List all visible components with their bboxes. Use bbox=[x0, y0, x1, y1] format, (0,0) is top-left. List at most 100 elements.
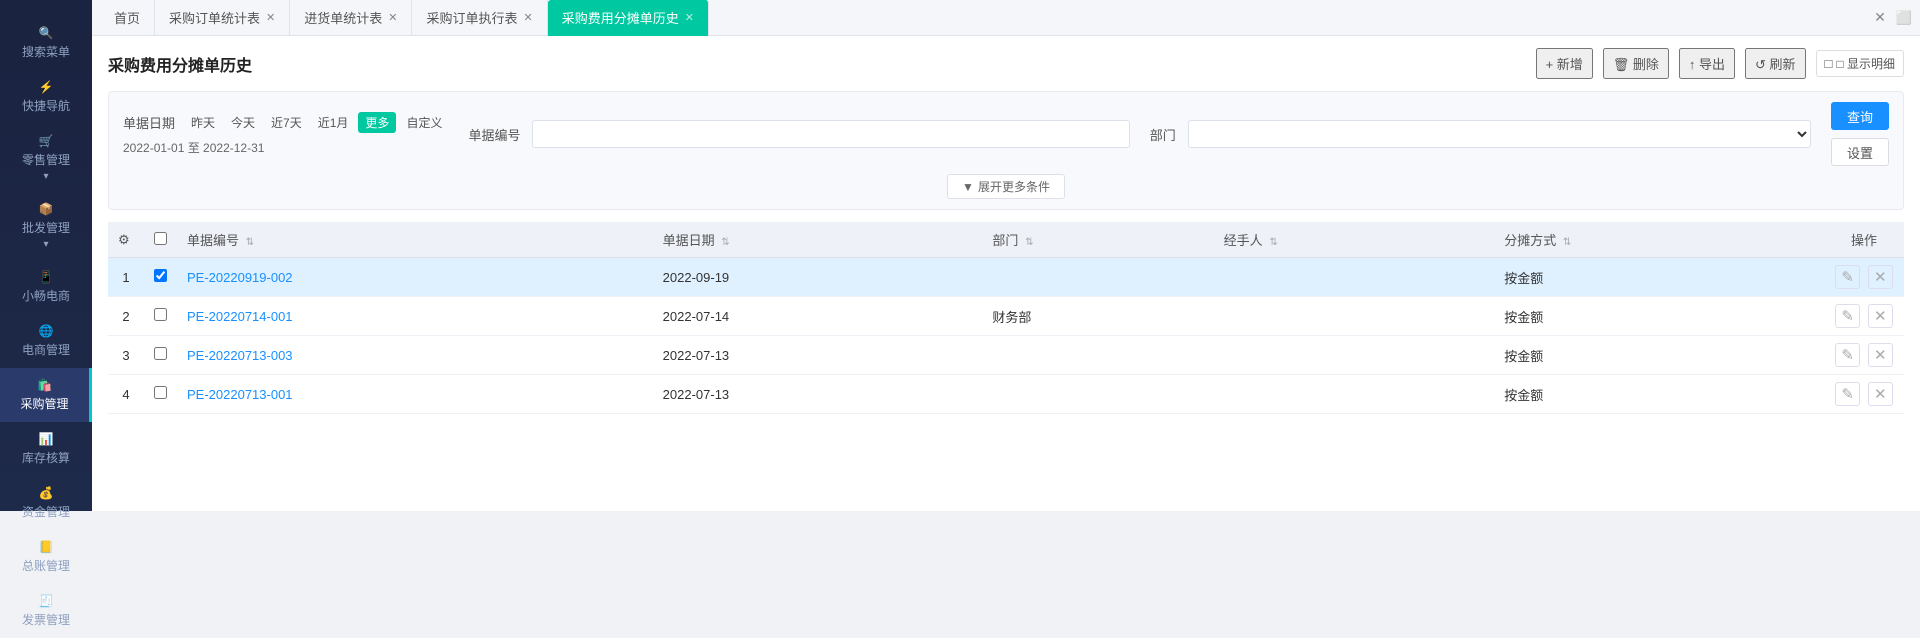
row-split-method: 按金额 bbox=[1494, 258, 1824, 297]
row-actions: ✎ ✕ bbox=[1824, 297, 1904, 336]
table-row: 3 PE-20220713-003 2022-07-13 按金额 ✎ ✕ bbox=[108, 336, 1904, 375]
delete-icon[interactable]: ✕ bbox=[1868, 304, 1893, 328]
date-custom-btn[interactable]: 自定义 bbox=[400, 112, 448, 133]
delete-button[interactable]: 🗑 删除 bbox=[1603, 48, 1669, 79]
sidebar-item-miniapp[interactable]: 📱 小畅电商 bbox=[0, 260, 92, 314]
handler-column-header: 经手人 ⇅ bbox=[1214, 222, 1495, 258]
inventory-icon: 📊 bbox=[39, 432, 54, 446]
add-button[interactable]: + 新增 bbox=[1536, 48, 1593, 79]
date-1month-btn[interactable]: 近1月 bbox=[312, 112, 355, 133]
invoice-icon: 🧾 bbox=[39, 594, 54, 608]
row-checkbox[interactable] bbox=[154, 386, 167, 399]
dept-select[interactable] bbox=[1188, 120, 1811, 148]
doc-no-input[interactable] bbox=[532, 120, 1129, 148]
row-doc-no: PE-20220919-002 bbox=[177, 258, 653, 297]
show-column-button[interactable]: □ □ 显示明细 bbox=[1816, 50, 1904, 77]
sidebar-item-ecommerce[interactable]: 🌐 电商管理 bbox=[0, 314, 92, 368]
toolbar: + 新增 🗑 删除 ↑ 导出 ↺ 刷新 □ □ 显示明细 bbox=[1536, 48, 1904, 79]
tab-stock-stats[interactable]: 进货单统计表 ✕ bbox=[290, 0, 412, 36]
dept-header-label: 部门 bbox=[992, 233, 1018, 248]
doc-no-column-header: 单据编号 ⇅ bbox=[177, 222, 653, 258]
sidebar-item-invoice[interactable]: 🧾 发票管理 bbox=[0, 584, 92, 638]
sort-icon[interactable]: ⇅ bbox=[1563, 237, 1571, 248]
export-button[interactable]: ↑ 导出 bbox=[1679, 48, 1735, 79]
tab-stock-stats-label: 进货单统计表 bbox=[304, 8, 382, 27]
edit-icon[interactable]: ✎ bbox=[1835, 343, 1860, 367]
delete-icon[interactable]: ✕ bbox=[1868, 343, 1893, 367]
row-checkbox-cell[interactable] bbox=[144, 297, 177, 336]
miniapp-icon: 📱 bbox=[39, 270, 54, 284]
tab-purchase-order-stats[interactable]: 采购订单统计表 ✕ bbox=[155, 0, 290, 36]
filter-actions: 查询 设置 bbox=[1831, 102, 1889, 166]
tab-bar: 首页 采购订单统计表 ✕ 进货单统计表 ✕ 采购订单执行表 ✕ 采购费用分摊单历… bbox=[92, 0, 1920, 36]
chevron-down-icon: ▾ bbox=[43, 171, 48, 182]
settings-column-header[interactable]: ⚙ bbox=[108, 222, 144, 258]
select-all-checkbox[interactable] bbox=[154, 232, 167, 245]
tab-purchase-cost-split[interactable]: 采购费用分摊单历史 ✕ bbox=[548, 0, 709, 36]
query-button[interactable]: 查询 bbox=[1831, 102, 1889, 130]
expand-more-button[interactable]: ▼ 展开更多条件 bbox=[947, 174, 1065, 199]
row-checkbox[interactable] bbox=[154, 347, 167, 360]
checkbox-column-header[interactable] bbox=[144, 222, 177, 258]
row-checkbox-cell[interactable] bbox=[144, 375, 177, 414]
sidebar-item-label: 总账管理 bbox=[22, 557, 70, 574]
date-7days-btn[interactable]: 近7天 bbox=[265, 112, 308, 133]
row-doc-no: PE-20220713-003 bbox=[177, 336, 653, 375]
expand-icon: ▼ bbox=[962, 180, 974, 194]
sort-icon[interactable]: ⇅ bbox=[246, 237, 254, 248]
expand-more-area: ▼ 展开更多条件 bbox=[123, 174, 1889, 199]
row-checkbox[interactable] bbox=[154, 269, 167, 282]
date-today-btn[interactable]: 今天 bbox=[225, 112, 261, 133]
tab-purchase-order-exec[interactable]: 采购订单执行表 ✕ bbox=[412, 0, 547, 36]
sidebar-item-quicknav[interactable]: ⚡ 快捷导航 bbox=[0, 70, 92, 124]
date-more-btn[interactable]: 更多 bbox=[358, 112, 396, 133]
sidebar-item-purchase[interactable]: 🛍️ 采购管理 bbox=[0, 368, 92, 422]
filter-area: 单据日期 昨天 今天 近7天 近1月 更多 自定义 2022-01-01 至 2… bbox=[108, 91, 1904, 210]
delete-icon[interactable]: ✕ bbox=[1868, 382, 1893, 406]
row-actions: ✎ ✕ bbox=[1824, 375, 1904, 414]
tab-home[interactable]: 首页 bbox=[100, 0, 155, 36]
sidebar-item-wholesale[interactable]: 📦 批发管理 ▾ bbox=[0, 192, 92, 260]
sidebar-item-label: 库存核算 bbox=[22, 449, 70, 466]
gear-icon: ⚙ bbox=[118, 232, 130, 247]
row-actions: ✎ ✕ bbox=[1824, 258, 1904, 297]
page-area: 采购费用分摊单历史 + 新增 🗑 删除 ↑ 导出 ↺ 刷新 □ □ 显示明细 单… bbox=[92, 36, 1920, 511]
sidebar-item-ledger[interactable]: 📒 总账管理 bbox=[0, 530, 92, 584]
sidebar-item-search[interactable]: 🔍 搜索菜单 bbox=[0, 16, 92, 70]
row-checkbox[interactable] bbox=[154, 308, 167, 321]
tab-home-label: 首页 bbox=[114, 8, 140, 27]
wholesale-icon: 📦 bbox=[39, 202, 54, 216]
sort-icon[interactable]: ⇅ bbox=[721, 237, 729, 248]
sidebar-item-finance[interactable]: 💰 资金管理 bbox=[0, 476, 92, 530]
close-icon[interactable]: ✕ bbox=[685, 11, 694, 24]
sidebar-item-inventory[interactable]: 📊 库存核算 bbox=[0, 422, 92, 476]
ledger-icon: 📒 bbox=[39, 540, 54, 554]
sidebar-item-label: 零售管理 bbox=[22, 151, 70, 168]
maximize-icon[interactable]: ⬜ bbox=[1896, 10, 1912, 26]
close-window-icon[interactable]: ✕ bbox=[1874, 9, 1886, 26]
delete-icon[interactable]: ✕ bbox=[1868, 265, 1893, 289]
doc-no-link[interactable]: PE-20220713-001 bbox=[187, 387, 293, 402]
sidebar-item-label: 采购管理 bbox=[20, 395, 68, 412]
close-icon[interactable]: ✕ bbox=[266, 11, 275, 24]
doc-no-link[interactable]: PE-20220713-003 bbox=[187, 348, 293, 363]
sort-icon[interactable]: ⇅ bbox=[1025, 237, 1033, 248]
edit-icon[interactable]: ✎ bbox=[1835, 265, 1860, 289]
edit-icon[interactable]: ✎ bbox=[1835, 382, 1860, 406]
date-label: 单据日期 bbox=[123, 113, 175, 132]
row-checkbox-cell[interactable] bbox=[144, 258, 177, 297]
sidebar-item-retail[interactable]: 🛒 零售管理 ▾ bbox=[0, 124, 92, 192]
doc-no-link[interactable]: PE-20220919-002 bbox=[187, 270, 293, 285]
row-checkbox-cell[interactable] bbox=[144, 336, 177, 375]
row-handler bbox=[1214, 258, 1495, 297]
date-yesterday-btn[interactable]: 昨天 bbox=[185, 112, 221, 133]
sort-icon[interactable]: ⇅ bbox=[1269, 237, 1277, 248]
edit-icon[interactable]: ✎ bbox=[1835, 304, 1860, 328]
close-icon[interactable]: ✕ bbox=[524, 11, 533, 24]
row-doc-date: 2022-09-19 bbox=[653, 258, 983, 297]
filter-settings-button[interactable]: 设置 bbox=[1831, 138, 1889, 166]
refresh-button[interactable]: ↺ 刷新 bbox=[1745, 48, 1806, 79]
close-icon[interactable]: ✕ bbox=[388, 11, 397, 24]
table-row: 4 PE-20220713-001 2022-07-13 按金额 ✎ ✕ bbox=[108, 375, 1904, 414]
doc-no-link[interactable]: PE-20220714-001 bbox=[187, 309, 293, 324]
